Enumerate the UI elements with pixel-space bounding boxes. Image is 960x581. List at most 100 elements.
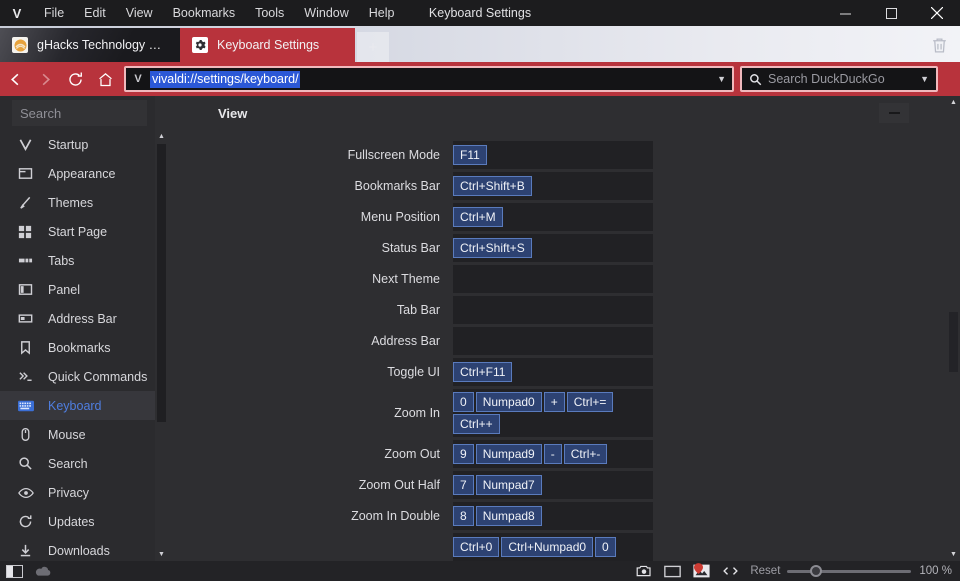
- shortcut-label: Address Bar: [371, 334, 440, 348]
- shortcut-key-field[interactable]: [453, 265, 653, 293]
- shortcut-key-chip[interactable]: 9: [453, 444, 474, 464]
- image-icon[interactable]: [687, 561, 716, 581]
- sidebar-item-privacy[interactable]: Privacy: [0, 478, 155, 507]
- shortcut-key-field[interactable]: 7 Numpad7: [453, 471, 653, 499]
- zoom-reset-button[interactable]: Reset: [745, 565, 787, 577]
- sidebar-search-input[interactable]: Search: [12, 100, 147, 126]
- sidebar-item-themes[interactable]: Themes: [0, 188, 155, 217]
- sidebar-item-label: Privacy: [48, 485, 89, 500]
- menu-edit[interactable]: Edit: [74, 0, 116, 26]
- scroll-up-arrow[interactable]: ▲: [947, 96, 960, 109]
- chevron-down-icon[interactable]: ▼: [717, 68, 726, 90]
- zoom-slider-knob[interactable]: [810, 565, 823, 577]
- shortcut-key-field[interactable]: [453, 296, 653, 324]
- vivaldi-menu-button[interactable]: V: [0, 0, 34, 26]
- sidebar-item-appearance[interactable]: Appearance: [0, 159, 155, 188]
- sidebar-item-panel[interactable]: Panel: [0, 275, 155, 304]
- close-button[interactable]: [914, 0, 960, 26]
- shortcut-key-chip[interactable]: Ctrl+Numpad0: [501, 537, 594, 557]
- shortcut-key-chip[interactable]: 0: [595, 537, 616, 557]
- shortcut-key-chip[interactable]: 7: [453, 475, 474, 495]
- sidebar-item-updates[interactable]: Updates: [0, 507, 155, 536]
- sidebar-scrollbar-thumb[interactable]: [157, 144, 166, 422]
- menu-window[interactable]: Window: [294, 0, 358, 26]
- shortcut-label: Zoom In: [394, 406, 440, 420]
- collapse-section-button[interactable]: [879, 103, 909, 123]
- sidebar-item-downloads[interactable]: Downloads: [0, 536, 155, 561]
- shortcut-label: Zoom In Double: [351, 509, 440, 523]
- sidebar-item-tabs[interactable]: Tabs: [0, 246, 155, 275]
- content-scrollbar[interactable]: ▲ ▼: [947, 96, 960, 561]
- shortcut-key-field[interactable]: Ctrl+F11: [453, 358, 653, 386]
- sidebar-item-quick-commands[interactable]: Quick Commands: [0, 362, 155, 391]
- panel-toggle-icon[interactable]: [6, 564, 23, 578]
- menu-view[interactable]: View: [116, 0, 163, 26]
- trash-icon[interactable]: [930, 35, 950, 57]
- camera-icon[interactable]: [629, 561, 658, 581]
- section-header: View: [168, 96, 933, 130]
- address-bar-input[interactable]: vivaldi://settings/keyboard/: [150, 70, 300, 88]
- shortcut-key-chip[interactable]: Numpad7: [475, 475, 542, 495]
- menu-tools[interactable]: Tools: [245, 0, 294, 26]
- maximize-button[interactable]: [868, 0, 914, 26]
- sidebar-item-address-bar[interactable]: Address Bar: [0, 304, 155, 333]
- code-icon[interactable]: [716, 561, 745, 581]
- shortcut-key-field[interactable]: F11: [453, 141, 653, 169]
- shortcut-key-chip[interactable]: Ctrl+-: [563, 444, 608, 464]
- sidebar-item-startup[interactable]: Startup: [0, 130, 155, 159]
- sidebar-item-start-page[interactable]: Start Page: [0, 217, 155, 246]
- search-input-placeholder[interactable]: Search DuckDuckGo: [768, 72, 885, 86]
- shortcut-key-chip[interactable]: +: [543, 392, 565, 412]
- minimize-button[interactable]: [822, 0, 868, 26]
- scroll-down-arrow[interactable]: ▼: [947, 548, 960, 561]
- shortcut-key-chip[interactable]: Numpad8: [475, 506, 542, 526]
- content-scrollbar-thumb[interactable]: [949, 312, 958, 372]
- shortcut-key-chip[interactable]: Ctrl++: [453, 414, 500, 434]
- shortcut-key-chip[interactable]: -: [543, 444, 562, 464]
- shortcut-key-chip[interactable]: Ctrl+0: [453, 537, 500, 557]
- cloud-icon[interactable]: [35, 565, 52, 577]
- search-field[interactable]: Search DuckDuckGo ▼: [740, 66, 938, 92]
- zoom-level-label: 100 %: [919, 565, 952, 577]
- forward-button[interactable]: [30, 62, 60, 96]
- tile-window-icon[interactable]: [658, 561, 687, 581]
- shortcut-key-field[interactable]: Ctrl+M: [453, 203, 653, 231]
- sidebar-scrollbar[interactable]: ▲ ▼: [155, 130, 168, 561]
- shortcut-key-chip[interactable]: Numpad9: [475, 444, 542, 464]
- back-button[interactable]: [0, 62, 30, 96]
- shortcut-key-chip[interactable]: Ctrl+M: [453, 207, 503, 227]
- reload-button[interactable]: [60, 62, 90, 96]
- shortcut-key-field[interactable]: Ctrl+Shift+S: [453, 234, 653, 262]
- shortcut-key-field[interactable]: 9 Numpad9- Ctrl+-: [453, 440, 653, 468]
- menu-file[interactable]: File: [34, 0, 74, 26]
- shortcut-key-field[interactable]: 8 Numpad8: [453, 502, 653, 530]
- scroll-up-arrow[interactable]: ▲: [155, 130, 168, 143]
- address-bar[interactable]: V vivaldi://settings/keyboard/ ▼: [124, 66, 734, 92]
- shortcut-key-chip[interactable]: 8: [453, 506, 474, 526]
- shortcut-key-chip[interactable]: F11: [453, 145, 487, 165]
- sidebar-item-keyboard[interactable]: Keyboard: [0, 391, 155, 420]
- shortcut-key-field[interactable]: Ctrl+Shift+B: [453, 172, 653, 200]
- shortcut-key-field[interactable]: Ctrl+0 Ctrl+Numpad0 0: [453, 533, 653, 561]
- home-button[interactable]: [90, 62, 120, 96]
- shortcut-key-field[interactable]: [453, 327, 653, 355]
- new-tab-button[interactable]: +: [357, 32, 389, 62]
- shortcut-key-chip[interactable]: Ctrl+F11: [453, 362, 513, 382]
- tab-keyboard-settings[interactable]: Keyboard Settings: [180, 28, 355, 62]
- scroll-down-arrow[interactable]: ▼: [155, 548, 168, 561]
- shortcut-key-chip[interactable]: Numpad0: [475, 392, 542, 412]
- site-badge-icon: V: [134, 73, 142, 85]
- shortcut-key-chip[interactable]: Ctrl+=: [566, 392, 614, 412]
- menu-help[interactable]: Help: [359, 0, 405, 26]
- chevron-down-icon[interactable]: ▼: [920, 74, 929, 84]
- shortcut-key-field[interactable]: 0 Numpad0 + Ctrl+= Ctrl++: [453, 389, 653, 437]
- shortcut-key-chip[interactable]: Ctrl+Shift+S: [453, 238, 532, 258]
- zoom-slider[interactable]: [787, 561, 912, 581]
- shortcut-key-chip[interactable]: Ctrl+Shift+B: [453, 176, 532, 196]
- sidebar-item-bookmarks[interactable]: Bookmarks: [0, 333, 155, 362]
- sidebar-item-search[interactable]: Search: [0, 449, 155, 478]
- menu-bookmarks[interactable]: Bookmarks: [163, 0, 246, 26]
- sidebar-item-mouse[interactable]: Mouse: [0, 420, 155, 449]
- shortcut-key-chip[interactable]: 0: [453, 392, 474, 412]
- tab-ghacks[interactable]: gHacks Technology News: [0, 28, 180, 62]
